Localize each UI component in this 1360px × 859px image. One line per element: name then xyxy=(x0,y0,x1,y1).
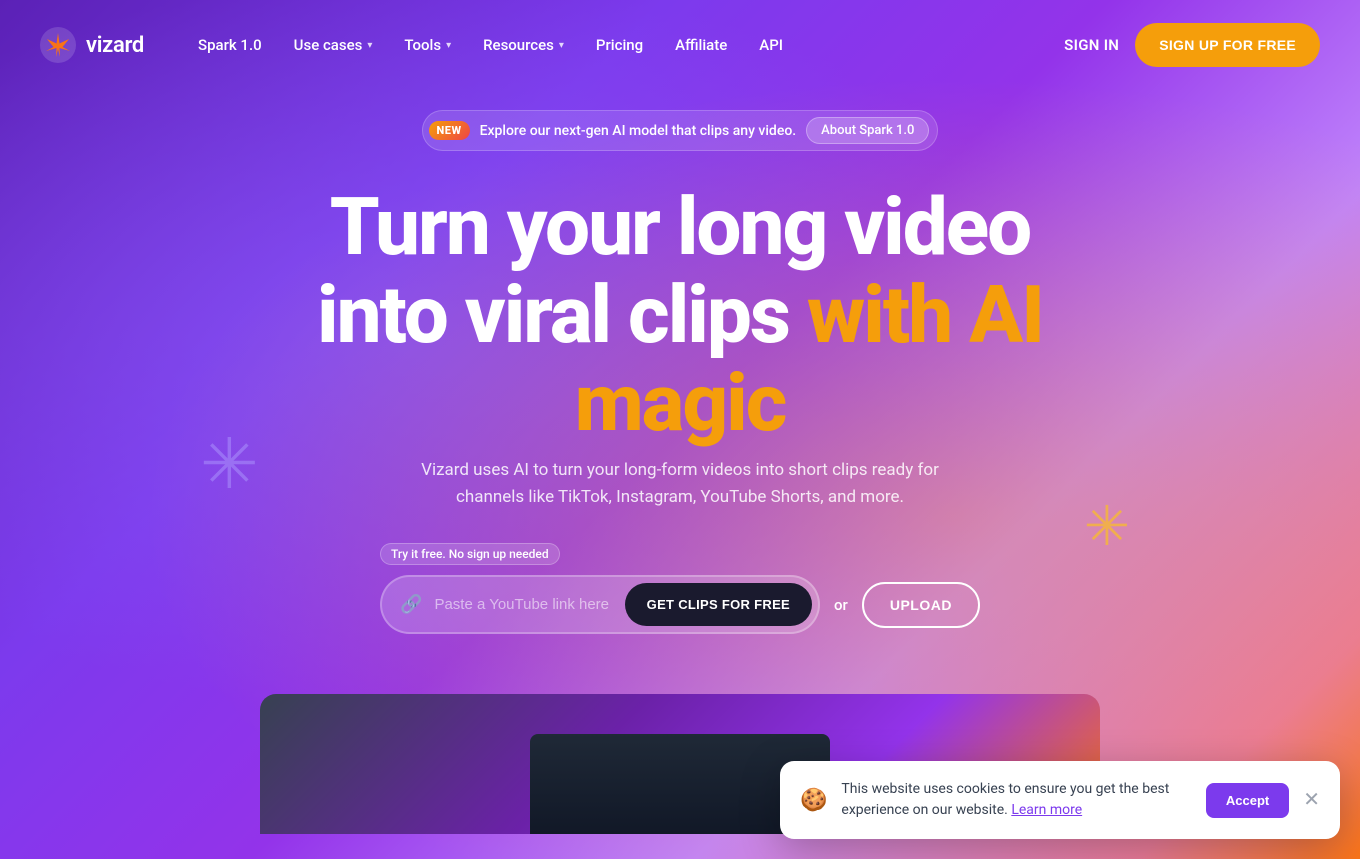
nav-item-pricing[interactable]: Pricing xyxy=(582,28,657,62)
close-cookie-button[interactable]: ✕ xyxy=(1303,790,1320,810)
nav-item-use-cases[interactable]: Use cases ▾ xyxy=(280,28,387,62)
nav-item-api[interactable]: API xyxy=(745,28,797,62)
chevron-down-icon: ▾ xyxy=(446,40,451,51)
hero-subtitle: Vizard uses AI to turn your long-form vi… xyxy=(420,457,940,511)
input-row: 🔗 GET CLIPS FOR FREE or UPLOAD xyxy=(380,575,980,634)
accept-cookies-button[interactable]: Accept xyxy=(1206,783,1289,818)
get-clips-button[interactable]: GET CLIPS FOR FREE xyxy=(625,583,812,626)
upload-button[interactable]: UPLOAD xyxy=(862,582,980,628)
logo-text: vizard xyxy=(86,33,144,58)
new-badge: NEW xyxy=(429,121,470,140)
logo[interactable]: vizard xyxy=(40,27,144,63)
banner-text: Explore our next-gen AI model that clips… xyxy=(480,123,797,139)
new-banner: NEW Explore our next-gen AI model that c… xyxy=(422,110,939,151)
navbar: vizard Spark 1.0 Use cases ▾ Tools ▾ Res… xyxy=(0,0,1360,90)
sign-in-button[interactable]: SIGN IN xyxy=(1064,36,1119,54)
input-wrapper: Try it free. No sign up needed 🔗 GET CLI… xyxy=(380,543,980,694)
nav-item-spark[interactable]: Spark 1.0 xyxy=(184,28,276,62)
nav-item-tools[interactable]: Tools ▾ xyxy=(390,28,465,62)
nav-right: SIGN IN SIGN UP FOR FREE xyxy=(1064,23,1320,67)
nav-links: Spark 1.0 Use cases ▾ Tools ▾ Resources … xyxy=(184,28,1064,62)
cookie-text: This website uses cookies to ensure you … xyxy=(841,779,1191,821)
nav-item-affiliate[interactable]: Affiliate xyxy=(661,28,741,62)
hero-title-line2-highlight: with AI xyxy=(807,268,1043,362)
about-spark-link[interactable]: About Spark 1.0 xyxy=(806,117,929,144)
sign-up-button[interactable]: SIGN UP FOR FREE xyxy=(1135,23,1320,67)
nav-item-resources[interactable]: Resources ▾ xyxy=(469,28,578,62)
cookie-banner: 🍪 This website uses cookies to ensure yo… xyxy=(780,761,1340,839)
try-free-label: Try it free. No sign up needed xyxy=(380,543,560,565)
hero-section: NEW Explore our next-gen AI model that c… xyxy=(0,90,1360,834)
link-icon: 🔗 xyxy=(400,594,422,615)
chevron-down-icon: ▾ xyxy=(559,40,564,51)
hero-title-line2-normal: into viral clips xyxy=(317,268,807,362)
cookie-icon: 🍪 xyxy=(800,788,827,813)
youtube-input[interactable] xyxy=(434,596,612,613)
youtube-input-container: 🔗 GET CLIPS FOR FREE xyxy=(380,575,820,634)
hero-title-line3: magic xyxy=(575,356,786,450)
learn-more-link[interactable]: Learn more xyxy=(1011,802,1082,818)
logo-icon xyxy=(40,27,76,63)
chevron-down-icon: ▾ xyxy=(367,40,372,51)
hero-title-line1: Turn your long video xyxy=(330,180,1031,274)
hero-title: Turn your long video into viral clips wi… xyxy=(317,183,1043,447)
or-divider: or xyxy=(834,596,848,614)
